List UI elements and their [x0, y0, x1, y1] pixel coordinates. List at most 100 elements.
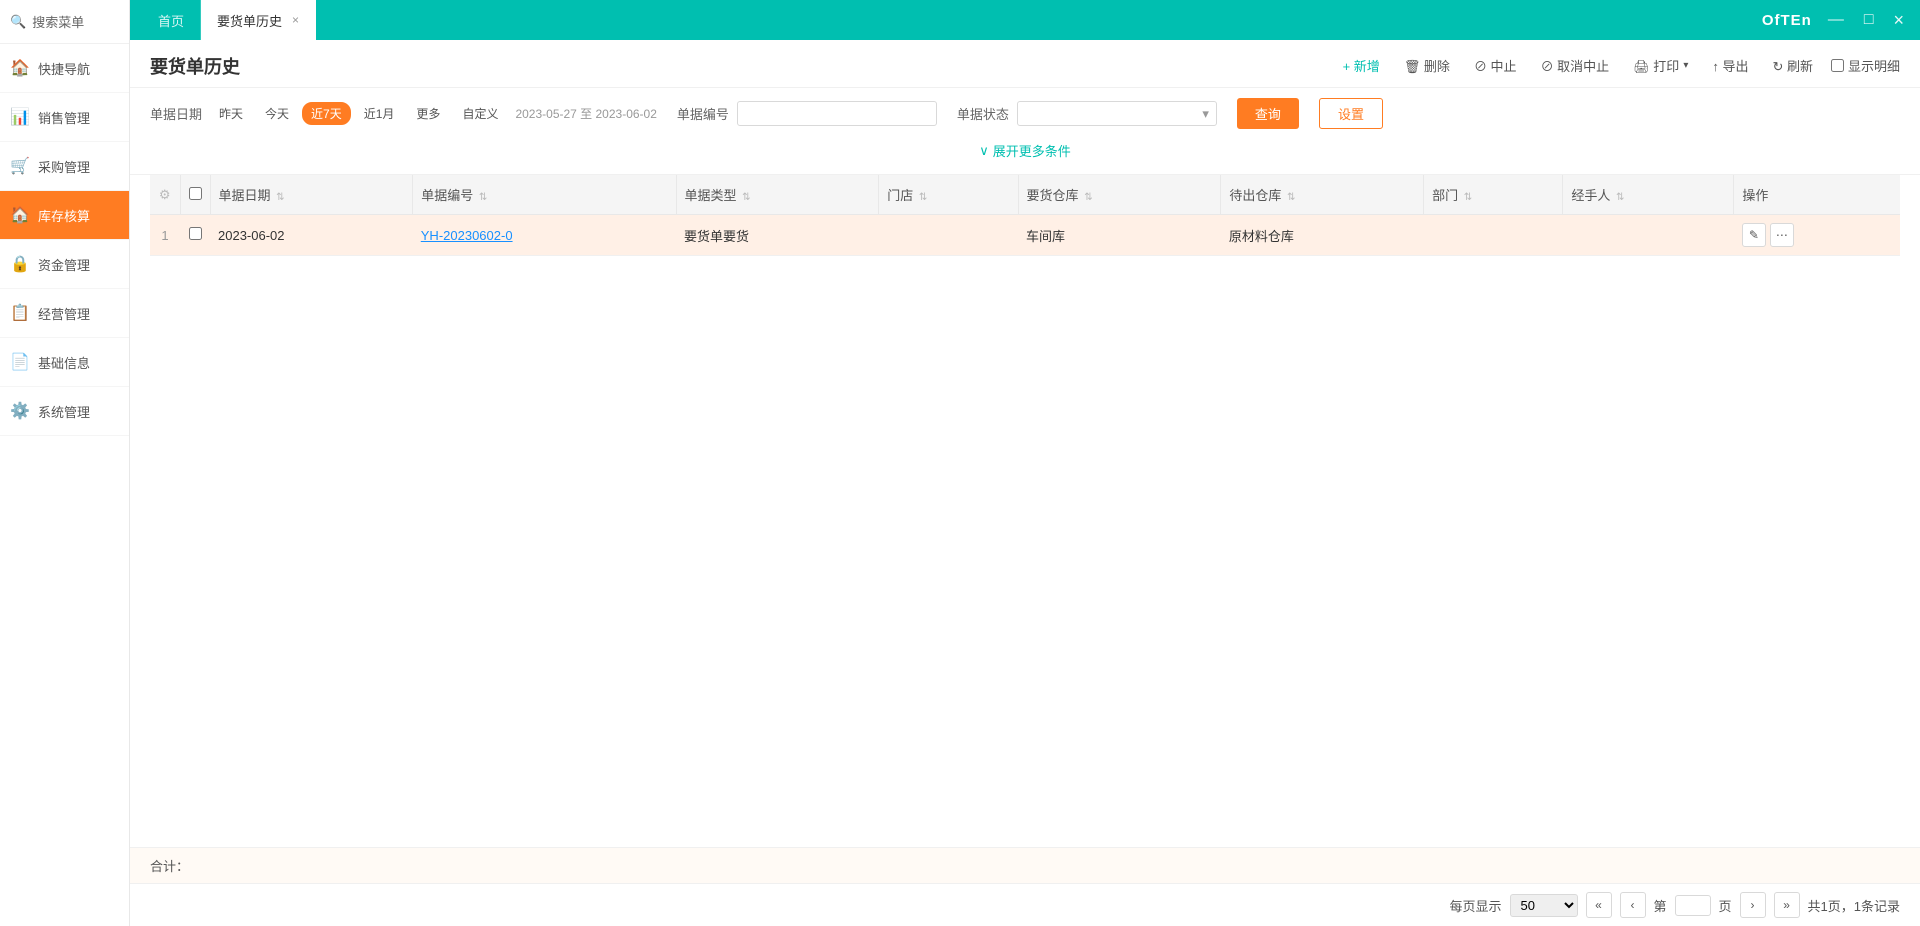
print-button[interactable]: 🖨 打印 ▾ — [1627, 52, 1694, 79]
date-btn-today[interactable]: 今天 — [256, 102, 298, 125]
table-body: 1 2023-06-02 YH-20230602-0 要货单要货 车间库 原材料… — [150, 215, 1900, 256]
display-detail-button[interactable]: 显示明细 — [1831, 56, 1900, 75]
print-label: 🖨 打印 — [1633, 56, 1679, 75]
sidebar-item-quick-nav[interactable]: 🏠 快捷导航 — [0, 44, 129, 93]
home-icon: 🏠 — [10, 58, 30, 78]
sort-handler-icon[interactable]: ⇅ — [1616, 192, 1624, 203]
tab-requisition-label: 要货单历史 — [217, 11, 282, 30]
date-btn-1month[interactable]: 近1月 — [355, 102, 404, 125]
tab-home[interactable]: 首页 — [142, 0, 201, 40]
refresh-button[interactable]: ↻ 刷新 — [1766, 52, 1819, 79]
col-department[interactable]: 部门 ⇅ — [1424, 175, 1563, 215]
sort-pending-warehouse-icon[interactable]: ⇅ — [1287, 192, 1295, 203]
sort-req-warehouse-icon[interactable]: ⇅ — [1084, 192, 1092, 203]
brand-name: OfTEn — [1762, 12, 1812, 29]
tab-close-icon[interactable]: × — [292, 13, 299, 27]
row-edit-button[interactable]: ✎ — [1742, 223, 1766, 247]
sales-icon: 📊 — [10, 107, 30, 127]
sort-type-icon[interactable]: ⇅ — [742, 192, 750, 203]
row-num: 1 — [150, 215, 180, 256]
settings-gear-icon[interactable]: ⚙ — [159, 187, 171, 202]
row-checkbox[interactable] — [189, 227, 202, 240]
display-detail-label: 显示明细 — [1848, 56, 1900, 75]
per-page-label: 每页显示 — [1449, 896, 1501, 915]
prev-page-button[interactable]: ‹ — [1620, 892, 1646, 918]
col-type[interactable]: 单据类型 ⇅ — [676, 175, 879, 215]
col-settings[interactable]: ⚙ — [150, 175, 180, 215]
page-label: 第 — [1654, 896, 1667, 915]
stop-button[interactable]: ⊘ 中止 — [1468, 52, 1523, 79]
select-all-checkbox[interactable] — [189, 187, 202, 200]
sidebar-item-basic-info[interactable]: 📄 基础信息 — [0, 338, 129, 387]
sidebar-item-sales[interactable]: 📊 销售管理 — [0, 93, 129, 142]
sidebar-item-label: 采购管理 — [38, 157, 90, 176]
expand-more-btn[interactable]: ∨ 展开更多条件 — [150, 137, 1900, 164]
row-number-link[interactable]: YH-20230602-0 — [421, 228, 513, 243]
status-filter-group: 单据状态 — [957, 101, 1217, 126]
query-button[interactable]: 查询 — [1237, 98, 1299, 129]
basic-info-icon: 📄 — [10, 352, 30, 372]
sort-date-icon[interactable]: ⇅ — [276, 192, 284, 203]
sidebar-item-inventory[interactable]: 🏠 库存核算 — [0, 191, 129, 240]
sidebar-item-label: 库存核算 — [38, 206, 90, 225]
system-icon: ⚙️ — [10, 401, 30, 421]
next-page-button[interactable]: › — [1740, 892, 1766, 918]
table-area: ⚙ 单据日期 ⇅ 单据编号 ⇅ — [130, 175, 1920, 847]
sort-store-icon[interactable]: ⇅ — [919, 192, 927, 203]
doc-number-input[interactable] — [737, 101, 937, 126]
edit-icon: ✎ — [1749, 228, 1759, 242]
delete-button[interactable]: 🗑 删除 — [1398, 52, 1456, 79]
total-info: 共1页，1条记录 — [1808, 896, 1900, 915]
main-content: 首页 要货单历史 × OfTEn — □ × 要货单历史 + 新增 🗑 删除 ⊘… — [130, 0, 1920, 926]
window-minimize-btn[interactable]: — — [1824, 11, 1848, 29]
print-dropdown-icon[interactable]: ▾ — [1683, 60, 1688, 71]
col-req-warehouse[interactable]: 要货仓库 ⇅ — [1018, 175, 1221, 215]
header-actions: + 新增 🗑 删除 ⊘ 中止 ⊘ 取消中止 🖨 打印 ▾ ↑ 导出 ↻ 刷新 显… — [1337, 52, 1900, 79]
date-label: 单据日期 — [150, 104, 202, 123]
sidebar-item-operations[interactable]: 📋 经营管理 — [0, 289, 129, 338]
sort-number-icon[interactable]: ⇅ — [479, 192, 487, 203]
table-header-row: ⚙ 单据日期 ⇅ 单据编号 ⇅ — [150, 175, 1900, 215]
row-req-warehouse: 车间库 — [1018, 215, 1221, 256]
sidebar-item-label: 快捷导航 — [38, 59, 90, 78]
data-table: ⚙ 单据日期 ⇅ 单据编号 ⇅ — [150, 175, 1900, 256]
pagination-bar: 每页显示 50 20 100 200 « ‹ 第 1 页 › » 共1页，1条记… — [130, 883, 1920, 926]
sidebar-item-finance[interactable]: 🔒 资金管理 — [0, 240, 129, 289]
sidebar-item-system[interactable]: ⚙️ 系统管理 — [0, 387, 129, 436]
col-store-label: 门店 — [887, 188, 913, 203]
col-date[interactable]: 单据日期 ⇅ — [210, 175, 413, 215]
col-number[interactable]: 单据编号 ⇅ — [413, 175, 676, 215]
col-store[interactable]: 门店 ⇅ — [879, 175, 1018, 215]
sidebar-search[interactable]: 🔍 搜索菜单 — [0, 0, 129, 44]
date-btn-custom[interactable]: 自定义 — [453, 102, 507, 125]
sort-department-icon[interactable]: ⇅ — [1464, 192, 1472, 203]
tab-requisition-history[interactable]: 要货单历史 × — [201, 0, 316, 40]
status-select[interactable] — [1017, 101, 1217, 126]
cancel-stop-button[interactable]: ⊘ 取消中止 — [1535, 52, 1616, 79]
window-close-btn[interactable]: × — [1889, 10, 1908, 31]
first-page-button[interactable]: « — [1586, 892, 1612, 918]
per-page-select[interactable]: 50 20 100 200 — [1510, 894, 1578, 917]
date-btn-yesterday[interactable]: 昨天 — [210, 102, 252, 125]
filter-row-1: 单据日期 昨天 今天 近7天 近1月 更多 自定义 2023-05-27 至 2… — [150, 98, 1900, 129]
last-page-button[interactable]: » — [1774, 892, 1800, 918]
row-more-button[interactable]: ⋯ — [1770, 223, 1794, 247]
col-pending-warehouse-label: 待出仓库 — [1229, 188, 1281, 203]
status-select-wrapper — [1017, 101, 1217, 126]
date-btn-7days[interactable]: 近7天 — [302, 102, 351, 125]
date-btn-more[interactable]: 更多 — [407, 102, 449, 125]
export-button[interactable]: ↑ 导出 — [1706, 52, 1754, 79]
col-pending-warehouse[interactable]: 待出仓库 ⇅ — [1221, 175, 1424, 215]
display-detail-checkbox[interactable] — [1831, 59, 1844, 72]
doc-number-label: 单据编号 — [677, 104, 729, 123]
col-handler[interactable]: 经手人 ⇅ — [1563, 175, 1734, 215]
sidebar-item-purchase[interactable]: 🛒 采购管理 — [0, 142, 129, 191]
row-number[interactable]: YH-20230602-0 — [413, 215, 676, 256]
settings-button[interactable]: 设置 — [1319, 98, 1383, 129]
new-button[interactable]: + 新增 — [1337, 52, 1386, 79]
col-date-label: 单据日期 — [219, 188, 271, 203]
page-input[interactable]: 1 — [1675, 895, 1711, 916]
sidebar-search-label: 搜索菜单 — [32, 12, 84, 31]
page-area: 要货单历史 + 新增 🗑 删除 ⊘ 中止 ⊘ 取消中止 🖨 打印 ▾ ↑ 导出 … — [130, 40, 1920, 926]
window-maximize-btn[interactable]: □ — [1860, 11, 1878, 29]
